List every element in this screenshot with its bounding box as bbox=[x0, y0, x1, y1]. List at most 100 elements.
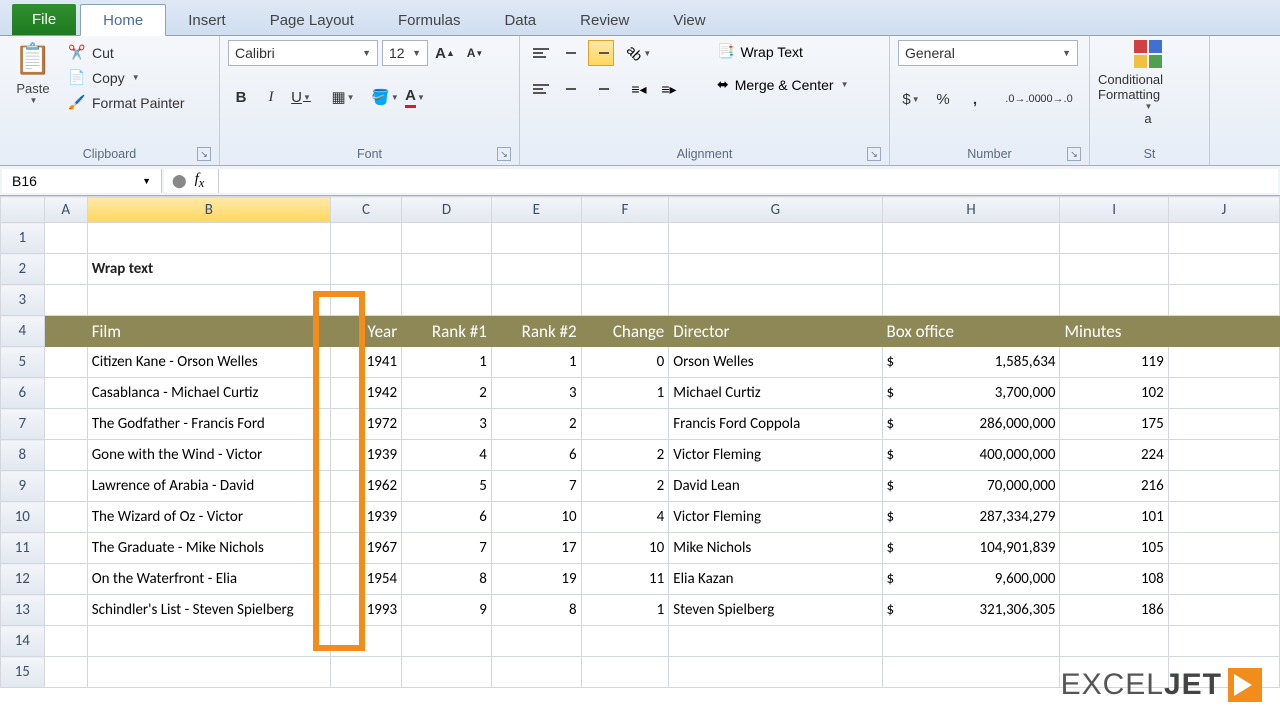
underline-button[interactable]: U▼ bbox=[288, 84, 314, 110]
cell[interactable] bbox=[1168, 564, 1279, 595]
cell[interactable]: Wrap text bbox=[87, 254, 330, 285]
cell[interactable]: Victor Fleming bbox=[669, 440, 882, 471]
cell[interactable] bbox=[491, 626, 581, 657]
row-header[interactable]: 6 bbox=[1, 378, 45, 409]
cell[interactable] bbox=[330, 285, 401, 316]
cell[interactable]: 10 bbox=[581, 533, 669, 564]
tab-insert[interactable]: Insert bbox=[166, 5, 248, 35]
tab-page-layout[interactable]: Page Layout bbox=[248, 5, 376, 35]
cell[interactable] bbox=[44, 657, 87, 688]
cell[interactable]: $321,306,305 bbox=[882, 595, 1060, 626]
cell[interactable] bbox=[882, 285, 1060, 316]
orientation-button[interactable]: ab▼ bbox=[626, 40, 652, 66]
cell[interactable] bbox=[87, 223, 330, 254]
row-header[interactable]: 14 bbox=[1, 626, 45, 657]
borders-button[interactable]: ▦▼ bbox=[330, 84, 356, 110]
cell[interactable] bbox=[669, 626, 882, 657]
col-header[interactable]: C bbox=[330, 197, 401, 223]
cell[interactable] bbox=[402, 223, 492, 254]
decrease-decimal-button[interactable]: .00→.0 bbox=[1042, 86, 1068, 112]
cell[interactable]: 6 bbox=[402, 502, 492, 533]
cell[interactable] bbox=[581, 285, 669, 316]
cell[interactable]: Rank #2 bbox=[491, 316, 581, 347]
cell[interactable]: 2 bbox=[491, 409, 581, 440]
cell[interactable]: $70,000,000 bbox=[882, 471, 1060, 502]
cell[interactable] bbox=[402, 626, 492, 657]
cell[interactable] bbox=[87, 657, 330, 688]
cell[interactable]: Minutes bbox=[1060, 316, 1168, 347]
cell[interactable] bbox=[491, 285, 581, 316]
cell[interactable] bbox=[402, 285, 492, 316]
row-header[interactable]: 4 bbox=[1, 316, 45, 347]
cell[interactable] bbox=[44, 409, 87, 440]
cell[interactable] bbox=[669, 254, 882, 285]
cell[interactable] bbox=[491, 657, 581, 688]
row-header[interactable]: 10 bbox=[1, 502, 45, 533]
cell[interactable] bbox=[44, 471, 87, 502]
dialog-launcher-icon[interactable]: ↘ bbox=[197, 147, 211, 161]
row-header[interactable]: 1 bbox=[1, 223, 45, 254]
row-header[interactable]: 11 bbox=[1, 533, 45, 564]
cell[interactable] bbox=[1168, 285, 1279, 316]
cell[interactable]: 3 bbox=[402, 409, 492, 440]
cell[interactable]: Steven Spielberg bbox=[669, 595, 882, 626]
cell[interactable]: 1954 bbox=[330, 564, 401, 595]
cell[interactable] bbox=[1060, 223, 1168, 254]
decrease-font-button[interactable]: A▼ bbox=[462, 40, 488, 66]
cell[interactable] bbox=[1060, 626, 1168, 657]
cell[interactable]: 1962 bbox=[330, 471, 401, 502]
cell[interactable] bbox=[1168, 440, 1279, 471]
align-right-button[interactable] bbox=[588, 76, 614, 102]
cell[interactable]: Year bbox=[330, 316, 401, 347]
number-format-combo[interactable]: General▼ bbox=[898, 40, 1078, 66]
align-top-button[interactable] bbox=[528, 40, 554, 66]
cell[interactable] bbox=[330, 657, 401, 688]
cell[interactable]: Citizen Kane - Orson Welles bbox=[87, 347, 330, 378]
cell[interactable]: $287,334,279 bbox=[882, 502, 1060, 533]
cell[interactable]: 1 bbox=[402, 347, 492, 378]
tab-view[interactable]: View bbox=[651, 5, 727, 35]
row-header[interactable]: 8 bbox=[1, 440, 45, 471]
bold-button[interactable]: B bbox=[228, 84, 254, 110]
cell[interactable] bbox=[1168, 347, 1279, 378]
cell[interactable] bbox=[669, 223, 882, 254]
italic-button[interactable]: I bbox=[258, 84, 284, 110]
cell[interactable]: David Lean bbox=[669, 471, 882, 502]
cell[interactable] bbox=[1168, 223, 1279, 254]
row-header[interactable]: 13 bbox=[1, 595, 45, 626]
copy-button[interactable]: 📄Copy▼ bbox=[64, 67, 189, 88]
cell[interactable] bbox=[491, 223, 581, 254]
cell[interactable] bbox=[1168, 316, 1279, 347]
cell[interactable]: Francis Ford Coppola bbox=[669, 409, 882, 440]
cell[interactable]: The Godfather - Francis Ford bbox=[87, 409, 330, 440]
col-header[interactable]: G bbox=[669, 197, 882, 223]
col-header[interactable]: I bbox=[1060, 197, 1168, 223]
cell[interactable] bbox=[1168, 409, 1279, 440]
cell[interactable] bbox=[669, 657, 882, 688]
cell[interactable]: 102 bbox=[1060, 378, 1168, 409]
tab-home[interactable]: Home bbox=[80, 4, 166, 36]
cell[interactable]: $3,700,000 bbox=[882, 378, 1060, 409]
cell[interactable] bbox=[1168, 378, 1279, 409]
cell[interactable] bbox=[44, 502, 87, 533]
cell[interactable]: $400,000,000 bbox=[882, 440, 1060, 471]
cell[interactable] bbox=[330, 626, 401, 657]
cell[interactable]: 2 bbox=[581, 471, 669, 502]
row-header[interactable]: 15 bbox=[1, 657, 45, 688]
cell[interactable]: 105 bbox=[1060, 533, 1168, 564]
cell[interactable]: 1939 bbox=[330, 502, 401, 533]
cell[interactable]: 10 bbox=[491, 502, 581, 533]
cell[interactable]: 7 bbox=[402, 533, 492, 564]
cell[interactable] bbox=[44, 285, 87, 316]
cell[interactable] bbox=[1060, 254, 1168, 285]
cell[interactable] bbox=[581, 409, 669, 440]
align-middle-button[interactable] bbox=[558, 40, 584, 66]
cell[interactable]: 101 bbox=[1060, 502, 1168, 533]
increase-decimal-button[interactable]: .0→.00 bbox=[1010, 86, 1036, 112]
increase-indent-button[interactable]: ≡▸ bbox=[656, 76, 682, 102]
cell[interactable] bbox=[44, 223, 87, 254]
cell[interactable]: 224 bbox=[1060, 440, 1168, 471]
cell[interactable]: 6 bbox=[491, 440, 581, 471]
cell[interactable]: 1942 bbox=[330, 378, 401, 409]
cancel-icon[interactable]: ⬤ bbox=[172, 173, 187, 189]
